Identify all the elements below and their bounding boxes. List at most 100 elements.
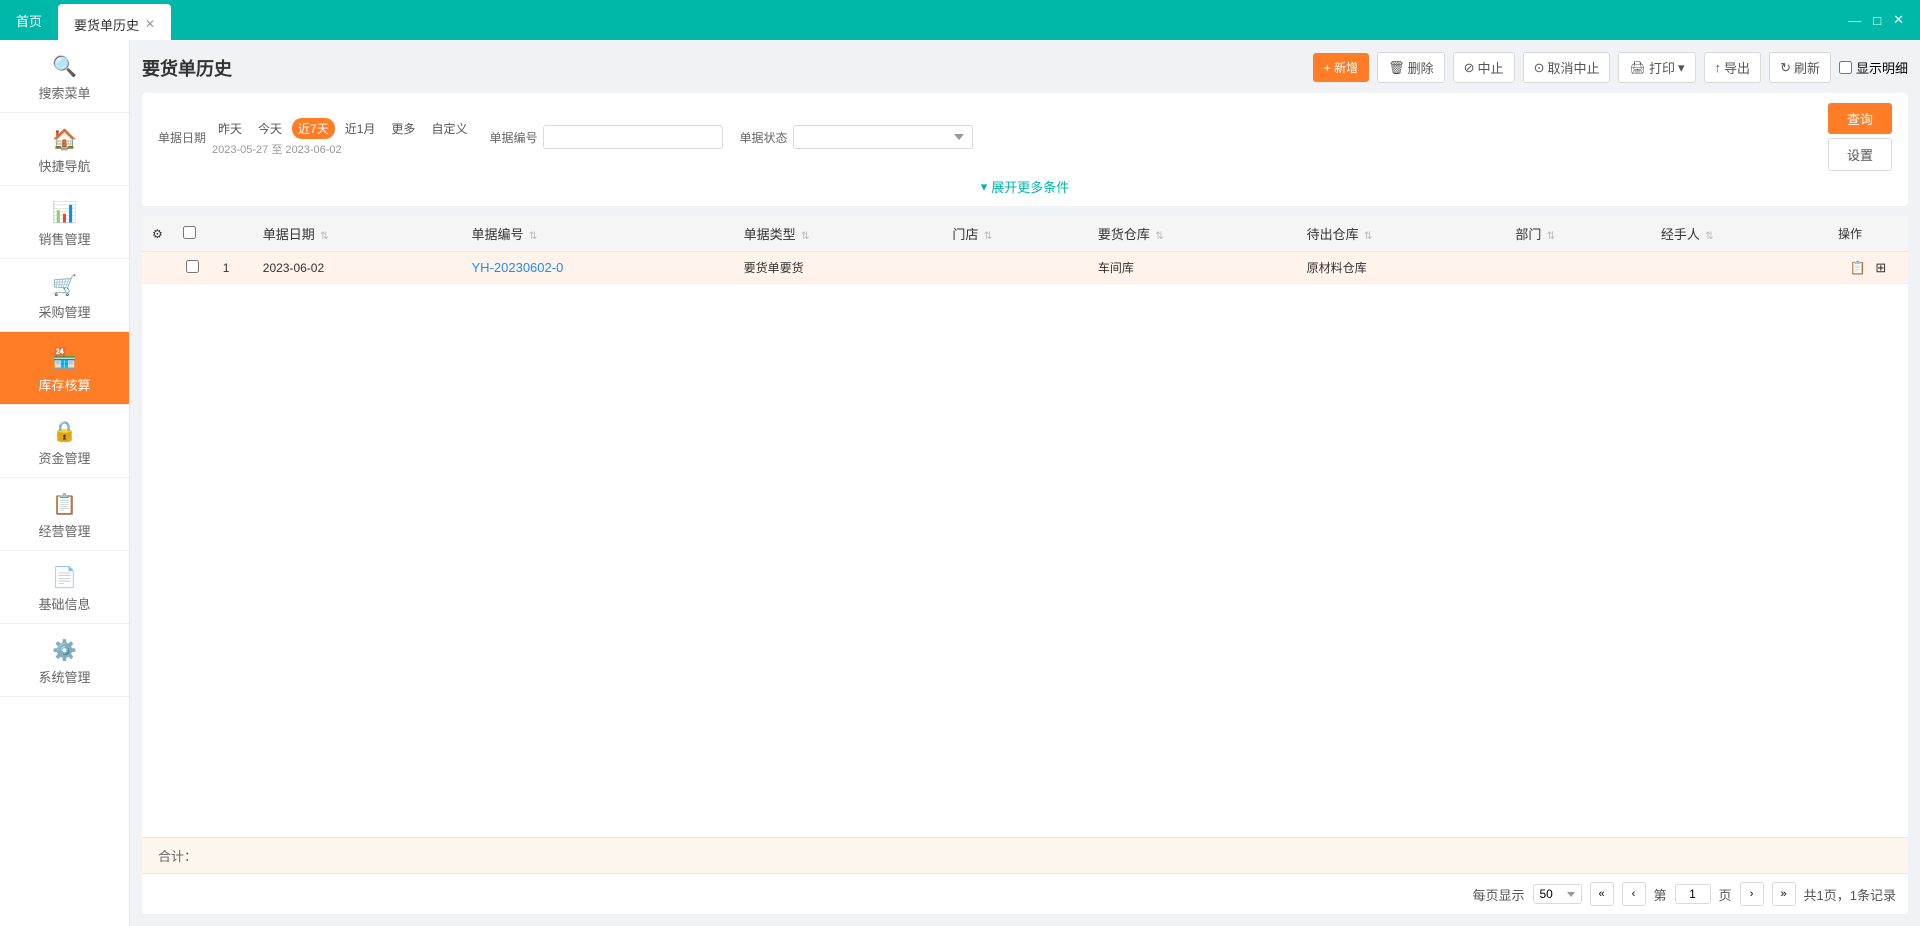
th-doctype[interactable]: 单据类型 ⇅ xyxy=(734,216,943,252)
th-docno[interactable]: 单据编号 ⇅ xyxy=(462,216,734,252)
print-button[interactable]: 🖨 打印 ▾ xyxy=(1618,52,1695,83)
date-btn-today[interactable]: 今天 xyxy=(252,118,288,139)
row-delete-icon[interactable]: ⊞ xyxy=(1875,260,1886,275)
show-detail-checkbox[interactable] xyxy=(1839,61,1852,74)
sort-docno-icon: ⇅ xyxy=(529,231,537,242)
docno-link[interactable]: YH-20230602-0 xyxy=(472,260,564,275)
sidebar-item-search-menu[interactable]: 🔍 搜索菜单 xyxy=(0,40,129,113)
system-icon: ⚙️ xyxy=(52,638,77,663)
select-all-checkbox[interactable] xyxy=(183,226,196,239)
next-page-button[interactable]: › xyxy=(1740,882,1764,906)
show-detail-checkbox-group[interactable]: 显示明细 xyxy=(1839,58,1908,77)
close-icon[interactable]: ✕ xyxy=(1893,12,1904,28)
sort-doctype-icon: ⇅ xyxy=(801,231,809,242)
th-handler[interactable]: 经手人 ⇅ xyxy=(1651,216,1828,252)
print-dropdown-icon: ▾ xyxy=(1678,60,1685,76)
sidebar-item-finance[interactable]: 🔒 资金管理 xyxy=(0,405,129,478)
export-button[interactable]: ↑ 导出 xyxy=(1704,52,1762,83)
tab-home[interactable]: 首页 xyxy=(0,0,58,40)
inventory-icon: 🏪 xyxy=(52,346,77,371)
td-checkbox xyxy=(173,252,213,284)
settings-col-header[interactable]: ⚙ xyxy=(142,216,173,252)
sidebar-item-system[interactable]: ⚙️ 系统管理 xyxy=(0,624,129,697)
cancel-stop-button[interactable]: ⊙ 取消中止 xyxy=(1523,52,1611,83)
page-label-after: 页 xyxy=(1719,885,1732,904)
operations-icon: 📋 xyxy=(52,492,77,517)
sidebar-item-purchase[interactable]: 🛒 采购管理 xyxy=(0,259,129,332)
sidebar-item-label: 库存核算 xyxy=(38,375,90,394)
docno-label: 单据编号 xyxy=(489,129,537,146)
date-range-text: 2023-05-27 至 2023-06-02 xyxy=(212,141,473,157)
date-btn-custom[interactable]: 自定义 xyxy=(425,118,473,139)
content-area: 要货单历史 + 新增 🗑 删除 ⊘ 中止 ⊙ 取消中止 🖨 打印 xyxy=(130,40,1920,926)
td-store xyxy=(942,252,1087,284)
td-ops: 📋 ⊞ xyxy=(1828,252,1908,284)
pagination: 每页显示 10 20 50 100 « ‹ 第 页 › » 共1页，1条记录 xyxy=(142,873,1908,914)
window-controls: — □ ✕ xyxy=(1848,12,1920,28)
settings-button[interactable]: 设置 xyxy=(1828,138,1892,171)
status-label: 单据状态 xyxy=(739,129,787,146)
sidebar-item-operations[interactable]: 📋 经营管理 xyxy=(0,478,129,551)
status-select[interactable] xyxy=(793,125,973,149)
th-pendingwarehouse[interactable]: 待出仓库 ⇅ xyxy=(1297,216,1506,252)
docno-filter-group: 单据编号 xyxy=(489,125,723,149)
sidebar-item-quick-nav[interactable]: 🏠 快捷导航 xyxy=(0,113,129,186)
th-docdate[interactable]: 单据日期 ⇅ xyxy=(253,216,462,252)
table-container: ⚙ 单据日期 ⇅ 单据编号 ⇅ xyxy=(142,216,1908,914)
expand-more-row: ▾ 展开更多条件 xyxy=(158,177,1892,196)
sort-pendingwarehouse-icon: ⇅ xyxy=(1364,231,1372,242)
minimize-icon[interactable]: — xyxy=(1848,13,1861,28)
delete-button[interactable]: 🗑 删除 xyxy=(1377,52,1445,83)
th-dept[interactable]: 部门 ⇅ xyxy=(1505,216,1650,252)
first-page-button[interactable]: « xyxy=(1590,882,1614,906)
page-title: 要货单历史 xyxy=(142,55,232,81)
close-tab-icon[interactable]: ✕ xyxy=(145,17,155,31)
sales-icon: 📊 xyxy=(52,200,77,225)
date-btn-7days[interactable]: 近7天 xyxy=(292,118,335,139)
sort-docdate-icon: ⇅ xyxy=(320,231,328,242)
sidebar-item-label: 经营管理 xyxy=(38,521,90,540)
th-reqwarehouse[interactable]: 要货仓库 ⇅ xyxy=(1088,216,1297,252)
td-doctype: 要货单要货 xyxy=(734,252,943,284)
docno-input[interactable] xyxy=(543,125,723,149)
sort-store-icon: ⇅ xyxy=(984,231,992,242)
td-docno: YH-20230602-0 xyxy=(462,252,734,284)
date-btn-yesterday[interactable]: 昨天 xyxy=(212,118,248,139)
query-button[interactable]: 查询 xyxy=(1828,103,1892,134)
expand-more-button[interactable]: ▾ 展开更多条件 xyxy=(981,177,1070,196)
last-page-button[interactable]: » xyxy=(1772,882,1796,906)
row-edit-icon[interactable]: 📋 xyxy=(1850,260,1866,275)
date-filter-buttons: 昨天 今天 近7天 近1月 更多 自定义 xyxy=(212,118,473,139)
page-size-select[interactable]: 10 20 50 100 xyxy=(1533,884,1582,904)
filter-actions: 查询 设置 xyxy=(1828,103,1892,171)
purchase-icon: 🛒 xyxy=(52,273,77,298)
finance-icon: 🔒 xyxy=(52,419,77,444)
export-icon: ↑ xyxy=(1715,60,1722,75)
th-store[interactable]: 门店 ⇅ xyxy=(942,216,1087,252)
date-btn-1month[interactable]: 近1月 xyxy=(339,118,382,139)
filter-row: 单据日期 昨天 今天 近7天 近1月 更多 自定义 2023-05-27 至 2… xyxy=(158,103,1892,171)
top-bar: 首页 要货单历史 ✕ — □ ✕ xyxy=(0,0,1920,40)
th-num xyxy=(213,216,253,252)
sidebar-item-inventory[interactable]: 🏪 库存核算 xyxy=(0,332,129,405)
sidebar-item-label: 搜索菜单 xyxy=(38,83,90,102)
sidebar-item-sales[interactable]: 📊 销售管理 xyxy=(0,186,129,259)
refresh-button[interactable]: ↻ 刷新 xyxy=(1769,52,1831,83)
th-ops: 操作 xyxy=(1828,216,1908,252)
stop-button[interactable]: ⊘ 中止 xyxy=(1453,52,1515,83)
td-pendingwarehouse: 原材料仓库 xyxy=(1297,252,1506,284)
basic-info-icon: 📄 xyxy=(52,565,77,590)
sidebar-item-label: 系统管理 xyxy=(38,667,90,686)
date-btn-more[interactable]: 更多 xyxy=(385,118,421,139)
table-row: 1 2023-06-02 YH-20230602-0 要货单要货 车间库 原材料… xyxy=(142,252,1908,284)
prev-page-button[interactable]: ‹ xyxy=(1622,882,1646,906)
maximize-icon[interactable]: □ xyxy=(1873,13,1881,28)
sidebar-item-basic-info[interactable]: 📄 基础信息 xyxy=(0,551,129,624)
print-icon: 🖨 xyxy=(1629,60,1646,76)
sidebar: 🔍 搜索菜单 🏠 快捷导航 📊 销售管理 🛒 采购管理 🏪 库存核算 🔒 资金管… xyxy=(0,40,130,926)
sidebar-item-label: 快捷导航 xyxy=(38,156,90,175)
row-checkbox[interactable] xyxy=(186,260,199,273)
tab-requisition-history[interactable]: 要货单历史 ✕ xyxy=(58,4,171,44)
new-button[interactable]: + 新增 xyxy=(1313,53,1369,82)
page-number-input[interactable] xyxy=(1675,884,1711,904)
